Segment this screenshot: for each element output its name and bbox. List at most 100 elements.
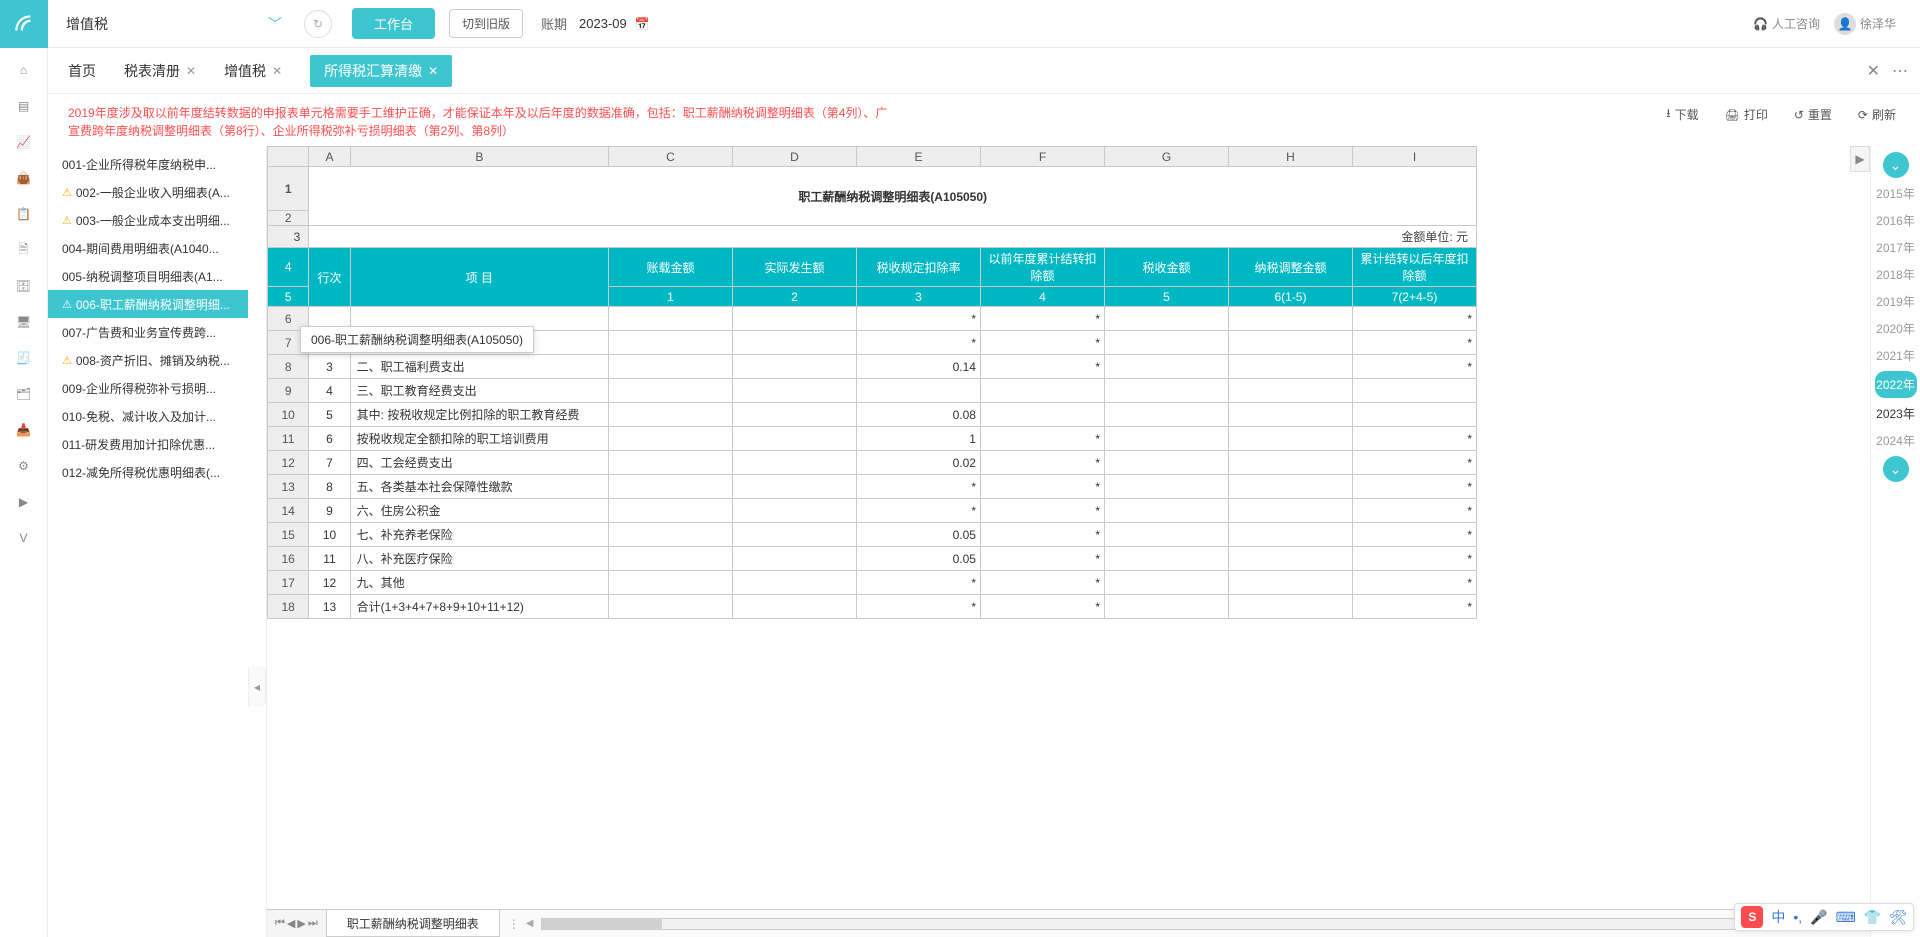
user-menu[interactable]: 👤 徐泽华 [1834, 13, 1896, 35]
nav-home-icon[interactable]: ⌂ [4, 54, 44, 86]
data-cell[interactable] [608, 307, 732, 331]
data-cell[interactable]: * [980, 571, 1104, 595]
data-cell[interactable]: 0.08 [856, 403, 980, 427]
data-cell[interactable] [1228, 523, 1352, 547]
data-cell[interactable]: * [1352, 571, 1476, 595]
year-item[interactable]: 2017年 [1871, 234, 1920, 261]
data-cell[interactable] [1228, 379, 1352, 403]
data-cell[interactable]: * [856, 595, 980, 619]
data-cell[interactable] [732, 355, 856, 379]
nav-archive-icon[interactable]: 🗂 [4, 378, 44, 410]
form-list-item[interactable]: 011-研发费用加计扣除优惠... [48, 430, 248, 458]
data-cell[interactable] [1228, 307, 1352, 331]
data-cell[interactable] [732, 499, 856, 523]
data-cell[interactable] [608, 355, 732, 379]
download-button[interactable]: ⭳下载 [1666, 104, 1698, 125]
data-cell[interactable]: * [980, 547, 1104, 571]
data-cell[interactable] [1104, 379, 1228, 403]
ime-tools-icon[interactable]: 🛠 [1889, 909, 1907, 926]
ime-punct-icon[interactable]: •, [1793, 909, 1802, 925]
data-cell[interactable] [1104, 403, 1228, 427]
data-cell[interactable] [1228, 571, 1352, 595]
data-cell[interactable] [1228, 499, 1352, 523]
data-cell[interactable]: * [856, 571, 980, 595]
year-item[interactable]: 2024年 [1871, 427, 1920, 454]
print-button[interactable]: 🖨打印 [1725, 106, 1768, 123]
data-cell[interactable] [732, 427, 856, 451]
data-cell[interactable] [1228, 475, 1352, 499]
switch-old-button[interactable]: 切到旧版 [449, 9, 523, 38]
form-list-item[interactable]: 010-免税、减计收入及加计... [48, 402, 248, 430]
data-cell[interactable] [1104, 475, 1228, 499]
data-cell[interactable] [980, 379, 1104, 403]
data-cell[interactable] [732, 331, 856, 355]
history-icon[interactable]: ↻ [304, 10, 332, 38]
close-icon[interactable]: ✕ [428, 64, 438, 78]
data-cell[interactable] [1104, 571, 1228, 595]
data-cell[interactable] [732, 403, 856, 427]
close-icon[interactable]: ✕ [186, 64, 196, 78]
data-cell[interactable] [1228, 427, 1352, 451]
data-cell[interactable]: * [856, 475, 980, 499]
data-cell[interactable] [608, 427, 732, 451]
tab-income-tax[interactable]: 所得税汇算清缴✕ [310, 55, 452, 87]
year-item[interactable]: 2015年 [1871, 180, 1920, 207]
form-list-item[interactable]: 004-期间费用明细表(A1040... [48, 234, 248, 262]
form-list-item[interactable]: ⚠008-资产折旧、摊销及纳税... [48, 346, 248, 374]
sheet-last-icon[interactable]: ⏭ [308, 917, 318, 930]
nav-chart-icon[interactable]: 📈 [4, 126, 44, 158]
data-cell[interactable]: * [980, 331, 1104, 355]
data-cell[interactable]: * [980, 475, 1104, 499]
data-cell[interactable] [1228, 451, 1352, 475]
expand-columns-icon[interactable]: ▶ [1850, 146, 1870, 172]
data-cell[interactable] [732, 475, 856, 499]
data-cell[interactable]: * [1352, 427, 1476, 451]
data-cell[interactable] [608, 331, 732, 355]
data-cell[interactable] [1104, 523, 1228, 547]
data-cell[interactable]: 0.02 [856, 451, 980, 475]
data-cell[interactable]: * [1352, 499, 1476, 523]
horizontal-scrollbar[interactable] [541, 918, 1854, 930]
year-item[interactable]: 2016年 [1871, 207, 1920, 234]
data-cell[interactable]: * [980, 427, 1104, 451]
form-list-item[interactable]: 009-企业所得税弥补亏损明... [48, 374, 248, 402]
data-cell[interactable]: 0.05 [856, 547, 980, 571]
form-list-item[interactable]: 012-减免所得税优惠明细表(... [48, 458, 248, 486]
app-logo[interactable] [0, 0, 48, 48]
data-cell[interactable] [1228, 355, 1352, 379]
data-cell[interactable]: * [1352, 355, 1476, 379]
form-list-item[interactable]: 001-企业所得税年度纳税申... [48, 150, 248, 178]
data-cell[interactable] [1352, 379, 1476, 403]
data-cell[interactable] [732, 307, 856, 331]
data-cell[interactable] [1104, 499, 1228, 523]
data-cell[interactable] [608, 499, 732, 523]
data-cell[interactable] [608, 571, 732, 595]
year-item[interactable]: 2018年 [1871, 261, 1920, 288]
tab-more-icon[interactable]: ⋯ [1892, 61, 1908, 81]
data-cell[interactable] [732, 451, 856, 475]
data-cell[interactable]: * [1352, 331, 1476, 355]
data-cell[interactable] [1228, 403, 1352, 427]
data-cell[interactable] [608, 403, 732, 427]
data-cell[interactable]: * [1352, 547, 1476, 571]
data-cell[interactable] [732, 595, 856, 619]
data-cell[interactable]: * [980, 523, 1104, 547]
data-cell[interactable] [1104, 307, 1228, 331]
reset-button[interactable]: ↺重置 [1794, 106, 1832, 123]
ime-toolbar[interactable]: S 中 •, 🎤 ⌨ 👕 🛠 [1734, 903, 1914, 931]
data-cell[interactable]: 1 [856, 427, 980, 451]
nav-settings-icon[interactable]: ⚙ [4, 450, 44, 482]
data-cell[interactable] [732, 571, 856, 595]
data-cell[interactable] [856, 379, 980, 403]
data-cell[interactable] [1104, 427, 1228, 451]
data-cell[interactable] [1104, 547, 1228, 571]
form-list-item[interactable]: 007-广告费和业务宣传费跨... [48, 318, 248, 346]
data-cell[interactable]: * [1352, 307, 1476, 331]
tab-home[interactable]: 首页 [68, 61, 96, 81]
sheet-next-icon[interactable]: ▶ [297, 917, 305, 930]
tax-type-dropdown-chevron[interactable]: ﹀ [268, 14, 282, 34]
data-cell[interactable] [1104, 355, 1228, 379]
data-cell[interactable] [608, 523, 732, 547]
data-cell[interactable] [732, 379, 856, 403]
data-cell[interactable] [1104, 451, 1228, 475]
